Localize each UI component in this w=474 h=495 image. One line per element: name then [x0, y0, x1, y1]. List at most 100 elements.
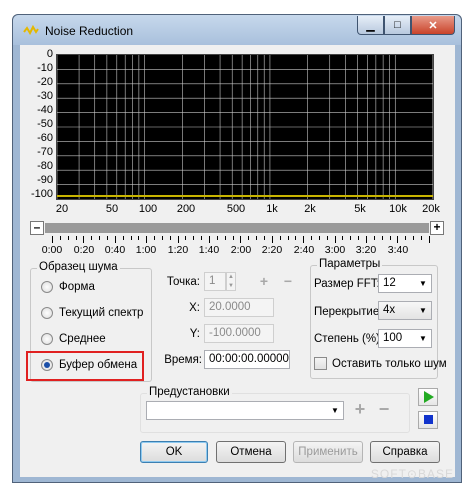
timeline-tick [428, 236, 430, 243]
x-tick-label: 50 [105, 203, 119, 215]
add-point-icon[interactable]: + [256, 274, 272, 290]
only-noise-checkbox[interactable]: Оставить только шум [314, 357, 447, 370]
timeline-tick [271, 236, 273, 243]
help-button[interactable]: Справка [370, 441, 440, 463]
timeline-tick [154, 236, 156, 240]
y-tick-label: 0 [46, 48, 53, 60]
degree-value: 100 [383, 332, 403, 344]
clipboard-highlight-box [26, 351, 144, 381]
x-field[interactable]: 20.0000 [204, 298, 274, 317]
timeline-tick [326, 236, 328, 240]
scroll-track[interactable] [45, 223, 429, 233]
window-title: Noise Reduction [45, 24, 134, 38]
stop-icon [424, 415, 433, 424]
radio-label: Форма [59, 281, 95, 293]
stop-button[interactable] [418, 411, 438, 429]
add-preset-icon[interactable]: + [352, 400, 368, 418]
timeline-tick [91, 236, 93, 240]
minimize-button[interactable]: ▁ [357, 16, 384, 35]
ok-button[interactable]: OK [140, 441, 208, 463]
zoom-scrollbar[interactable]: – + [30, 221, 444, 235]
x-tick-label: 1k [266, 203, 278, 215]
timeline-tick [59, 236, 61, 240]
noise-profile-graph[interactable] [56, 54, 434, 200]
play-button[interactable] [418, 388, 438, 406]
timeline-tick [67, 236, 69, 240]
radio-waveform[interactable]: Форма [41, 279, 95, 295]
timeline-tick [311, 236, 313, 240]
fft-size-label: Размер FFT: [314, 278, 380, 290]
point-label: Точка: [166, 276, 200, 288]
time-label: 2:40 [293, 244, 315, 256]
time-label: 1:40 [198, 244, 220, 256]
timeline-tick [248, 236, 250, 240]
timeline-tick [83, 236, 85, 243]
time-label: 1:00 [135, 244, 157, 256]
radio-icon [41, 333, 53, 345]
graph-grid [57, 55, 433, 199]
x-tick-label: 500 [226, 203, 246, 215]
time-label: 3:40 [387, 244, 409, 256]
timeline-tick [389, 236, 391, 240]
checkbox-icon [314, 357, 327, 370]
timeline-tick [193, 236, 195, 240]
time-label: 0:20 [73, 244, 95, 256]
time-field[interactable]: 00:00:00.00000 [204, 350, 290, 369]
timeline-tick [303, 236, 305, 243]
point-field[interactable]: 1 [204, 272, 226, 291]
x-tick-label: 20 [55, 203, 69, 215]
presets-dropdown[interactable]: ▼ [146, 401, 344, 420]
timeline-tick [75, 236, 77, 240]
timeline-tick [138, 236, 140, 240]
maximize-icon: □ [394, 19, 401, 31]
remove-point-icon[interactable]: − [280, 274, 296, 290]
y-tick-label: -100 [30, 188, 53, 200]
cancel-button[interactable]: Отмена [216, 441, 286, 463]
y-tick-label: -70 [37, 146, 53, 158]
point-spinner[interactable]: ▲ ▼ [226, 272, 236, 291]
spin-up-icon: ▲ [228, 274, 234, 281]
timeline-tick [122, 236, 124, 240]
time-field-label: Время: [164, 354, 202, 366]
y-tick-label: -60 [37, 132, 53, 144]
timeline-tick [114, 236, 116, 243]
close-button[interactable]: ✕ [411, 16, 455, 35]
timeline-tick [405, 236, 407, 240]
apply-button[interactable]: Применить [293, 441, 363, 463]
overlap-label: Перекрытие : [314, 306, 386, 318]
radio-icon [41, 281, 53, 293]
zoom-out-button[interactable]: – [30, 221, 44, 235]
y-field[interactable]: -100.0000 [204, 324, 274, 343]
x-axis: 20 50 100 200 500 1k 2k 5k 10k 20k [55, 203, 440, 217]
x-tick-label: 2k [304, 203, 316, 215]
zoom-in-button[interactable]: + [430, 221, 444, 235]
timeline-tick [99, 236, 101, 240]
x-tick-label: 5k [354, 203, 366, 215]
timeline-ruler: 0:00 0:20 0:40 1:00 1:20 1:40 2:00 2:20 … [38, 236, 438, 260]
fft-size-combo[interactable]: 12 ▼ [378, 274, 432, 293]
maximize-button[interactable]: □ [384, 16, 411, 35]
timeline-tick [130, 236, 132, 240]
timeline-tick [342, 236, 344, 240]
degree-combo[interactable]: 100 ▼ [378, 329, 432, 348]
presets-legend: Предустановки [147, 386, 232, 398]
timeline-tick [209, 236, 210, 243]
y-tick-label: -90 [37, 174, 53, 186]
time-label: 2:20 [261, 244, 283, 256]
timeline-ticks [38, 236, 438, 244]
timeline-tick [216, 236, 218, 240]
radio-average[interactable]: Среднее [41, 331, 106, 347]
timeline-tick [169, 236, 171, 240]
remove-preset-icon[interactable]: − [376, 400, 392, 418]
overlap-dropdown[interactable]: 4x ▼ [378, 301, 432, 320]
title-bar[interactable]: Noise Reduction ▁ □ ✕ [13, 15, 461, 45]
fft-size-value: 12 [383, 277, 396, 289]
watermark: SOFT⊙BASE [370, 467, 454, 481]
timeline-tick [185, 236, 187, 240]
scroll-thumb[interactable] [45, 223, 429, 233]
timeline-tick [146, 236, 148, 243]
y-label: Y: [189, 328, 200, 340]
x-label: X: [189, 302, 200, 314]
app-icon [23, 24, 39, 36]
radio-current-spectrum[interactable]: Текущий спектр [41, 305, 143, 321]
